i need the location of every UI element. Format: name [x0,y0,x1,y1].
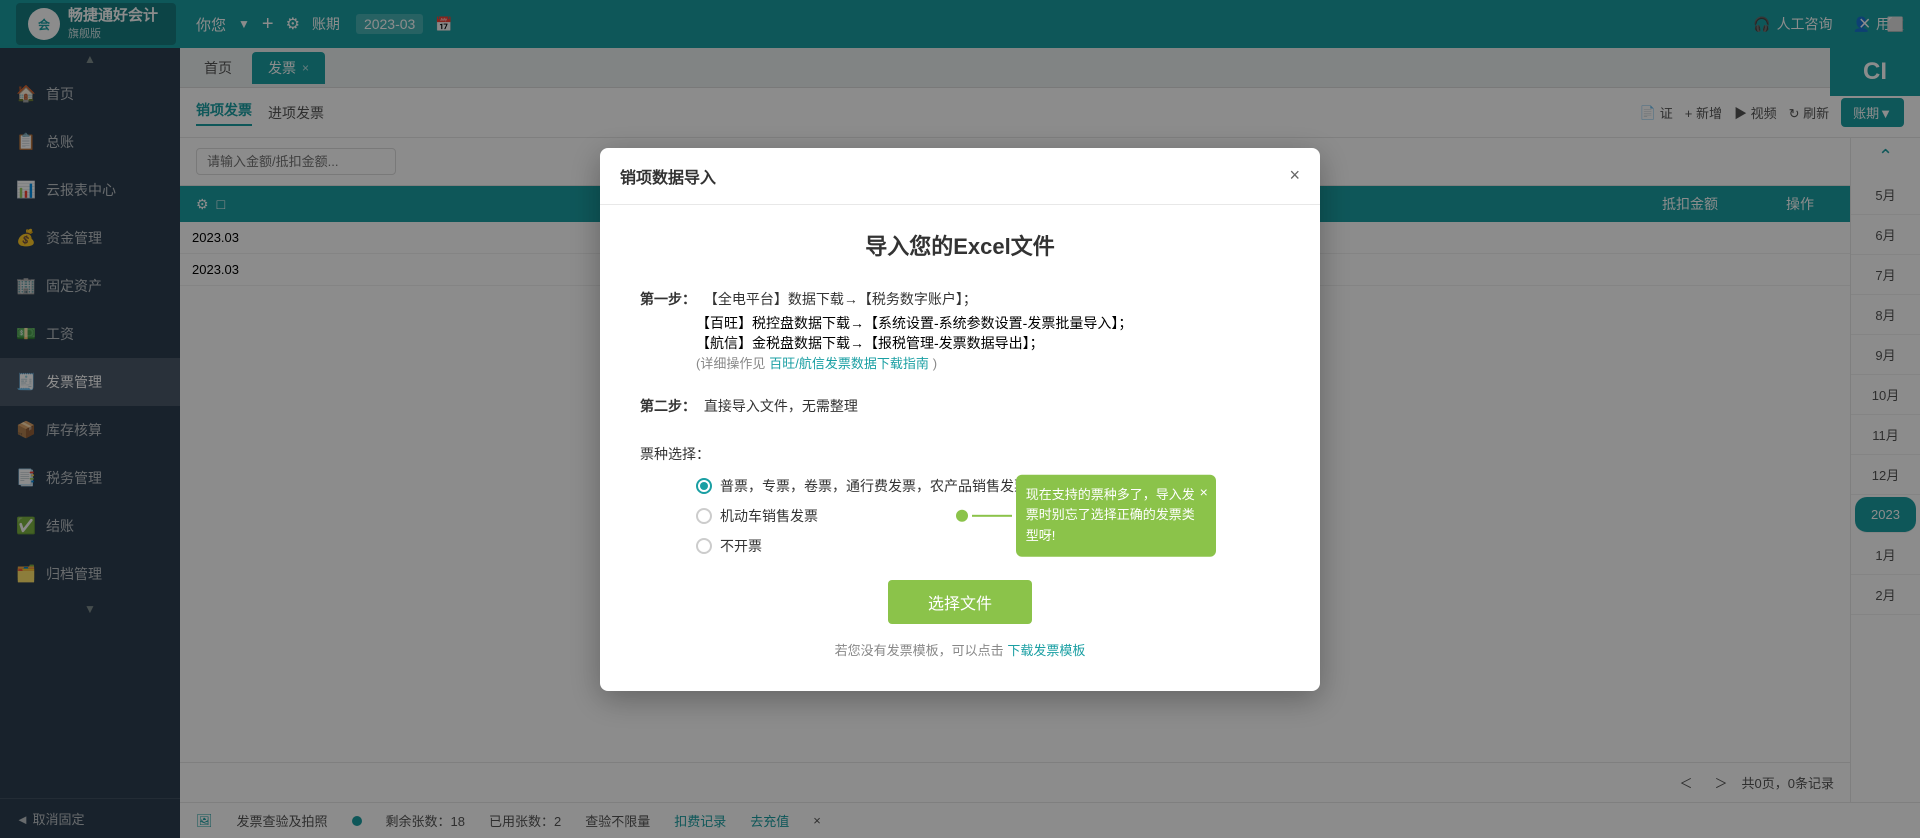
modal-body: 导入您的Excel文件 第一步： 【全电平台】数据下载→【税务数字账户】； 【百… [600,205,1320,691]
modal-main-title: 导入您的Excel文件 [640,229,1280,261]
modal-title: 销项数据导入 [620,164,716,188]
step2-label: 第二步： [640,398,696,414]
radio-dot-vehicle [696,508,712,524]
radio-label-vehicle: 机动车销售发票 [720,506,818,526]
radio-dot-general [696,478,712,494]
select-file-button[interactable]: 选择文件 [888,580,1032,624]
tooltip-dot [956,510,968,522]
radio-option-vehicle[interactable]: 机动车销售发票 现在支持的票种多了，导入发票时别忘了选择正确的发票类型呀! × [696,506,1280,526]
step-2: 第二步： 直接导入文件，无需整理 [640,392,1280,420]
modal-overlay: 销项数据导入 × 导入您的Excel文件 第一步： 【全电平台】数据下载→【税务… [0,0,1920,838]
tooltip-bubble: 现在支持的票种多了，导入发票时别忘了选择正确的发票类型呀! × [1016,474,1216,556]
radio-dot-no-invoice [696,538,712,554]
step1-link-line: (详细操作见 百旺/航信发票数据下载指南 ) [640,353,1280,372]
radio-label-no-invoice: 不开票 [720,536,762,556]
step1-line3: 【航信】金税盘数据下载→【报税管理-发票数据导出】； [640,333,1280,353]
step1-line2: 【百旺】税控盘数据下载→【系统设置-系统参数设置-发票批量导入】； [640,313,1280,333]
step1-download-link[interactable]: 百旺/航信发票数据下载指南 [769,356,929,371]
modal-header: 销项数据导入 × [600,148,1320,205]
ticket-select: 票种选择： 普票，专票，卷票，通行费发票，农产品销售发票 机动车销售发票 [640,440,1280,556]
import-modal: 销项数据导入 × 导入您的Excel文件 第一步： 【全电平台】数据下载→【税务… [600,148,1320,691]
step-1: 第一步： 【全电平台】数据下载→【税务数字账户】； 【百旺】税控盘数据下载→【系… [640,285,1280,372]
tooltip-text: 现在支持的票种多了，导入发票时别忘了选择正确的发票类型呀! [1026,486,1195,543]
step2-content: 直接导入文件，无需整理 [704,398,858,414]
tooltip-close-button[interactable]: × [1200,480,1208,502]
modal-footer: 若您没有发票模板，可以点击 下载发票模板 [640,640,1280,659]
tooltip-line [972,515,1012,517]
download-template-link[interactable]: 下载发票模板 [1007,643,1085,658]
ticket-label: 票种选择： [640,446,710,462]
modal-close-button[interactable]: × [1289,165,1300,186]
tooltip-container: 现在支持的票种多了，导入发票时别忘了选择正确的发票类型呀! × [956,474,1216,556]
footer-prefix: 若您没有发票模板，可以点击 [835,643,1004,658]
step1-line1: 【全电平台】数据下载→【税务数字账户】； [704,291,977,307]
step1-label: 第一步： [640,291,696,307]
